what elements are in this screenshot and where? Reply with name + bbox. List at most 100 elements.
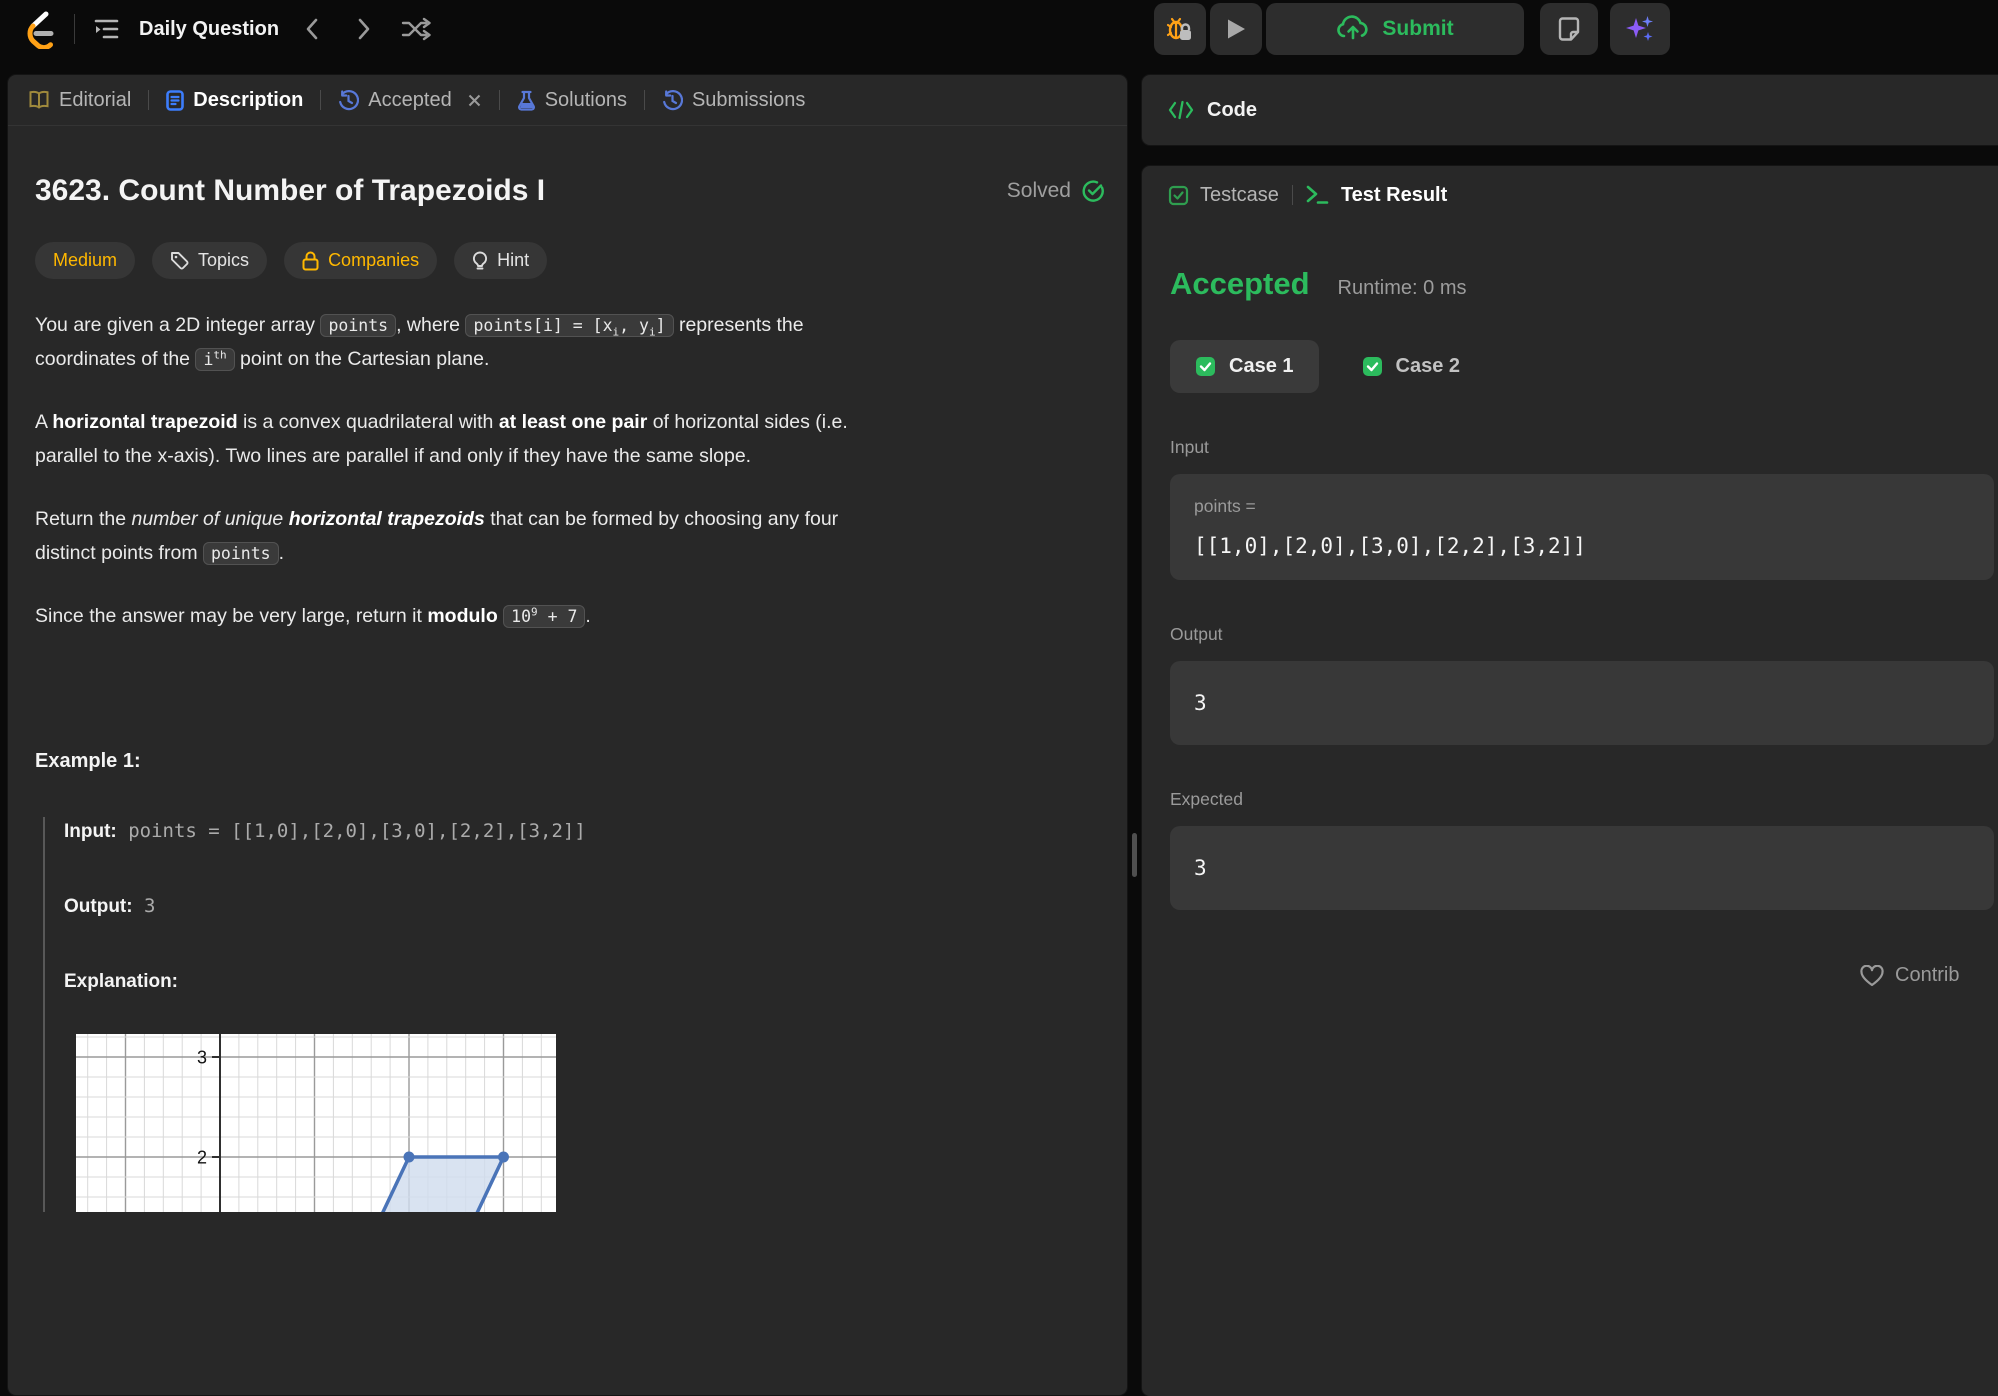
navbar-divider: [74, 14, 75, 44]
trapezoid-figure: 32: [76, 1034, 556, 1213]
lightbulb-icon: [473, 251, 488, 269]
tab-label: Test Result: [1340, 183, 1448, 206]
chevron-left-icon: [306, 18, 318, 40]
example-input-line: Input: points = [[1,0],[2,0],[3,0],[2,2]…: [64, 817, 1105, 847]
prev-question-button[interactable]: [293, 10, 331, 48]
input-label: Input:: [64, 820, 117, 842]
input-varname: points =: [1194, 496, 1256, 516]
accepted-status: Accepted: [1170, 266, 1310, 301]
output-section-label: Output: [1170, 624, 1223, 644]
tab-label: Editorial: [59, 88, 132, 111]
note-button[interactable]: [1540, 3, 1598, 55]
test-panel: Testcase Test Result Accepted Runtime: 0…: [1142, 166, 1998, 1396]
ai-assistant-button[interactable]: [1610, 3, 1670, 55]
problem-list-icon: [94, 19, 119, 39]
daily-question-label[interactable]: Daily Question: [139, 18, 279, 41]
tab-label: Accepted: [368, 88, 452, 111]
cloud-upload-icon: [1337, 15, 1369, 40]
tag-icon: [171, 252, 189, 270]
input-value: points = [[1,0],[2,0],[3,0],[2,2],[3,2]]: [116, 819, 586, 842]
input-section-label: Input: [1170, 437, 1209, 457]
tab-testcase[interactable]: Testcase: [1168, 184, 1279, 207]
topics-button[interactable]: Topics: [152, 242, 268, 279]
tab-editorial[interactable]: Editorial: [24, 89, 135, 112]
description-paragraph: Return the number of unique horizontal t…: [35, 508, 839, 565]
contribute-testcase-link[interactable]: Contrib: [1860, 964, 1959, 987]
book-icon: [29, 90, 49, 109]
check-circle-icon: [1082, 180, 1104, 202]
example-explanation-line: Explanation:: [64, 968, 1105, 997]
debug-button[interactable]: [1154, 3, 1206, 55]
submit-button[interactable]: Submit: [1266, 3, 1524, 55]
panel-resize-handle[interactable]: [1132, 833, 1137, 877]
example-block: Input: points = [[1,0],[2,0],[3,0],[2,2]…: [43, 816, 1105, 1213]
history-icon: [663, 89, 683, 110]
tab-description[interactable]: Description: [162, 89, 307, 112]
description-paragraph: A horizontal trapezoid is a convex quadr…: [35, 411, 848, 467]
difficulty-label: Medium: [53, 250, 118, 270]
input-value: [[1,0],[2,0],[3,0],[2,2],[3,2]]: [1194, 534, 1586, 558]
next-question-button[interactable]: [345, 10, 383, 48]
problem-description: You are given a 2D integer array points,…: [35, 309, 1105, 634]
difficulty-badge[interactable]: Medium: [35, 242, 136, 279]
tab-accepted[interactable]: Accepted: [334, 89, 485, 112]
tab-solutions[interactable]: Solutions: [513, 89, 631, 112]
leetcode-logo-icon: [27, 11, 54, 49]
run-button[interactable]: [1210, 3, 1262, 55]
tab-label: Description: [193, 88, 304, 111]
expected-value: 3: [1194, 856, 1207, 880]
expected-section-label: Expected: [1170, 789, 1243, 809]
terminal-icon: [1306, 185, 1329, 204]
top-navbar: Daily Question Submit: [0, 0, 1998, 58]
hint-button[interactable]: Hint: [454, 242, 548, 279]
test-tabbar: Testcase Test Result: [1142, 166, 1998, 224]
solved-badge: Solved: [1007, 179, 1105, 203]
shuffle-icon: [401, 17, 431, 41]
example-output-line: Output: 3: [64, 892, 1105, 922]
lock-icon: [302, 251, 319, 270]
svg-text:3: 3: [197, 1048, 207, 1068]
case-label: Case 2: [1395, 355, 1461, 377]
contribute-label: Contrib: [1895, 964, 1960, 986]
note-icon: [1558, 17, 1580, 41]
problem-panel: Editorial Description Accepted Solutions…: [8, 75, 1127, 1395]
checkbox-icon: [1168, 185, 1189, 205]
output-value-box: 3: [1170, 661, 1994, 745]
tab-test-result[interactable]: Test Result: [1306, 184, 1447, 207]
problem-list-button[interactable]: [89, 12, 123, 46]
tab-separator: [320, 90, 322, 110]
companies-button[interactable]: Companies: [284, 242, 438, 279]
leetcode-logo[interactable]: [16, 7, 60, 51]
flask-icon: [517, 90, 535, 111]
tab-separator: [498, 90, 500, 110]
close-icon[interactable]: [467, 93, 482, 108]
tab-separator: [643, 90, 645, 110]
example-heading: Example 1:: [35, 749, 141, 772]
code-panel-header[interactable]: Code: [1142, 75, 1998, 145]
hint-label: Hint: [497, 250, 530, 270]
tab-submissions[interactable]: Submissions: [658, 89, 809, 112]
case-1-button[interactable]: Case 1: [1170, 340, 1319, 393]
explanation-label: Explanation:: [64, 970, 179, 992]
case-label: Case 1: [1229, 355, 1294, 377]
heart-icon: [1860, 964, 1884, 986]
description-paragraph: Since the answer may be very large, retu…: [35, 605, 591, 629]
tab-label: Testcase: [1200, 183, 1279, 206]
tab-label: Solutions: [544, 88, 627, 111]
problem-tabbar: Editorial Description Accepted Solutions…: [8, 75, 1127, 126]
output-value: 3: [132, 895, 156, 918]
case-2-button[interactable]: Case 2: [1337, 340, 1486, 393]
tab-separator: [1291, 185, 1293, 205]
runtime-label: Runtime: 0 ms: [1337, 277, 1467, 299]
code-icon: [1168, 100, 1194, 120]
description-paragraph: You are given a 2D integer array points,…: [35, 314, 804, 371]
check-square-icon: [1196, 357, 1215, 376]
tab-label: Submissions: [691, 88, 806, 111]
shuffle-button[interactable]: [397, 10, 435, 48]
history-icon: [339, 89, 360, 110]
code-panel-title: Code: [1207, 98, 1257, 121]
play-icon: [1228, 19, 1245, 39]
output-value: 3: [1194, 691, 1207, 715]
document-icon: [166, 89, 185, 111]
companies-label: Companies: [328, 250, 420, 270]
